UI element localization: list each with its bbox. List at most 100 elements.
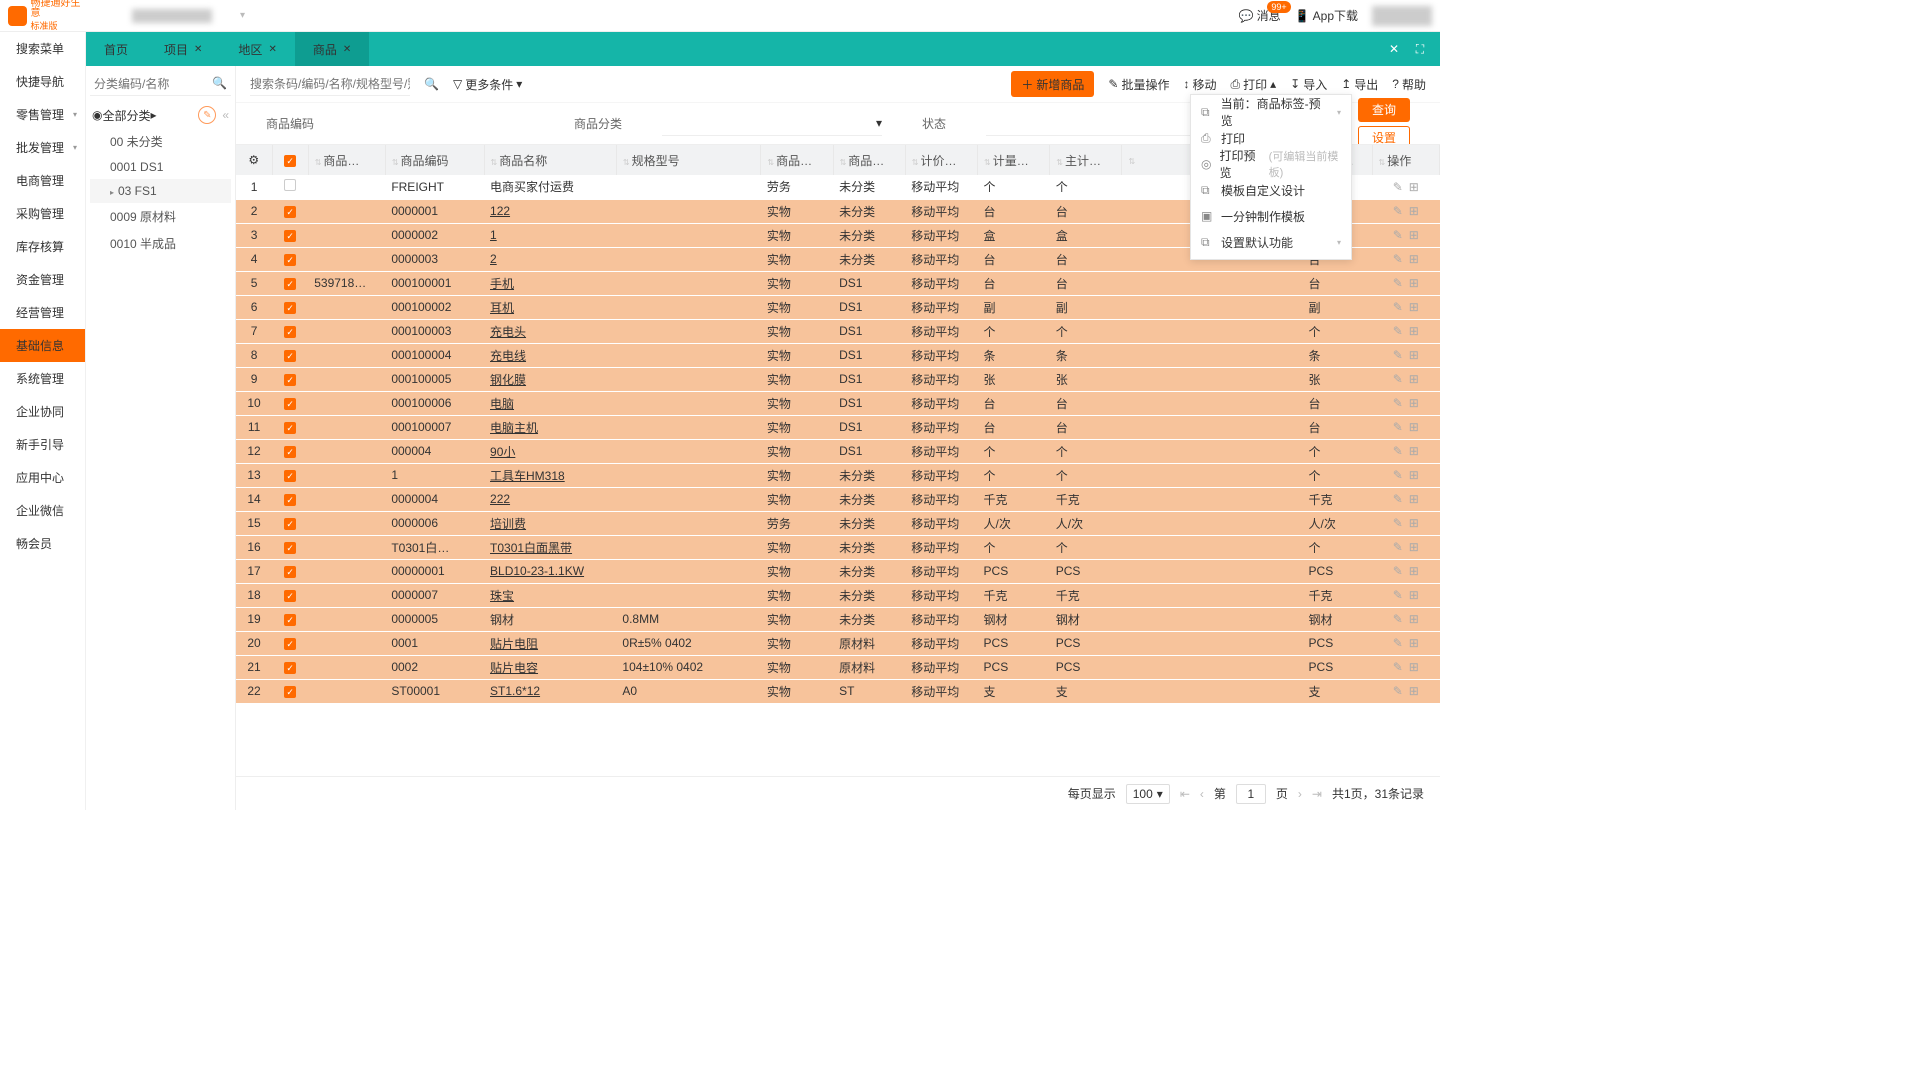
last-page-button[interactable]: ⇥ — [1312, 787, 1322, 801]
row-checkbox[interactable]: ✓ — [284, 470, 296, 482]
product-name-link[interactable]: 贴片电容 — [490, 661, 538, 675]
category-item[interactable]: ▸03 FS1 — [90, 179, 231, 203]
edit-icon[interactable]: ✎ — [1393, 540, 1403, 554]
sidebar-item[interactable]: 经营管理 — [0, 296, 85, 329]
more-icon[interactable]: ⊞ — [1409, 612, 1419, 626]
tab[interactable]: 地区✕ — [220, 32, 294, 66]
product-name-link[interactable]: 充电线 — [490, 349, 526, 363]
messages-button[interactable]: 💬 消息 99+ — [1239, 7, 1281, 24]
edit-icon[interactable]: ✎ — [1393, 612, 1403, 626]
row-checkbox[interactable]: ✓ — [284, 446, 296, 458]
sidebar-item[interactable]: 基础信息 — [0, 329, 85, 362]
category-item[interactable]: 0009 原材料 — [90, 203, 231, 230]
sidebar-item[interactable]: 搜索菜单 — [0, 32, 85, 65]
row-checkbox[interactable]: ✓ — [284, 326, 296, 338]
edit-icon[interactable]: ✎ — [1393, 588, 1403, 602]
product-name-link[interactable]: 工具车HM318 — [490, 469, 565, 483]
edit-icon[interactable]: ✎ — [1393, 252, 1403, 266]
column-header[interactable]: ✓ — [272, 145, 308, 175]
column-header[interactable]: ⇅操作 — [1372, 145, 1440, 175]
edit-icon[interactable]: ✎ — [1393, 660, 1403, 674]
row-checkbox[interactable]: ✓ — [284, 302, 296, 314]
help-button[interactable]: ?帮助 — [1392, 76, 1426, 93]
edit-icon[interactable]: ✎ — [1393, 420, 1403, 434]
more-icon[interactable]: ⊞ — [1409, 252, 1419, 266]
dropdown-item[interactable]: ⧉当前：商品标签-预览▾ — [1191, 99, 1351, 125]
product-name-link[interactable]: 1 — [490, 228, 497, 242]
product-search-input[interactable] — [250, 72, 410, 96]
search-icon[interactable]: 🔍 — [212, 76, 227, 90]
row-checkbox[interactable]: ✓ — [284, 518, 296, 530]
product-name-link[interactable]: 122 — [490, 204, 510, 218]
table-row[interactable]: 14✓0000004222实物未分类移动平均千克千克千克✎⊞ — [236, 487, 1440, 511]
table-row[interactable]: 13✓1工具车HM318实物未分类移动平均个个个✎⊞ — [236, 463, 1440, 487]
product-name-link[interactable]: 222 — [490, 492, 510, 506]
edit-icon[interactable]: ✎ — [1393, 300, 1403, 314]
more-icon[interactable]: ⊞ — [1409, 204, 1419, 218]
edit-icon[interactable]: ✎ — [1393, 396, 1403, 410]
row-checkbox[interactable]: ✓ — [284, 542, 296, 554]
dropdown-item[interactable]: ⧉设置默认功能▾ — [1191, 229, 1351, 255]
tab[interactable]: 商品✕ — [295, 32, 369, 66]
product-name-link[interactable]: 培训费 — [490, 517, 526, 531]
more-icon[interactable]: ⊞ — [1409, 372, 1419, 386]
product-name-link[interactable]: ST1.6*12 — [490, 684, 540, 698]
row-checkbox[interactable]: ✓ — [284, 686, 296, 698]
column-header[interactable]: ⇅商品编码 — [385, 145, 484, 175]
product-name-link[interactable]: 钢化膜 — [490, 373, 526, 387]
more-icon[interactable]: ⊞ — [1409, 588, 1419, 602]
column-header[interactable]: ⚙ — [236, 145, 272, 175]
more-icon[interactable]: ⊞ — [1409, 492, 1419, 506]
batch-ops-button[interactable]: ✎批量操作 — [1108, 76, 1169, 93]
edit-icon[interactable]: ✎ — [1393, 228, 1403, 242]
sidebar-item[interactable]: 电商管理 — [0, 164, 85, 197]
column-header[interactable]: ⇅商品… — [761, 145, 833, 175]
print-button[interactable]: ⎙打印▴ — [1230, 76, 1276, 93]
edit-icon[interactable]: ✎ — [1393, 204, 1403, 218]
table-row[interactable]: 17✓00000001BLD10-23-1.1KW实物未分类移动平均PCSPCS… — [236, 559, 1440, 583]
table-row[interactable]: 21✓0002贴片电容104±10% 0402实物原材料移动平均PCSPCSPC… — [236, 655, 1440, 679]
more-icon[interactable]: ⊞ — [1409, 684, 1419, 698]
table-row[interactable]: 8✓000100004充电线实物DS1移动平均条条条✎⊞ — [236, 343, 1440, 367]
more-icon[interactable]: ⊞ — [1409, 564, 1419, 578]
product-name-link[interactable]: T0301白面黑带 — [490, 541, 572, 555]
search-icon[interactable]: 🔍 — [424, 77, 439, 91]
page-number-input[interactable] — [1236, 784, 1266, 804]
row-checkbox[interactable]: ✓ — [284, 638, 296, 650]
filter-status-select[interactable]: ▾ — [986, 112, 1206, 136]
more-icon[interactable]: ⊞ — [1409, 276, 1419, 290]
table-row[interactable]: 11✓000100007电脑主机实物DS1移动平均台台台✎⊞ — [236, 415, 1440, 439]
more-icon[interactable]: ⊞ — [1409, 636, 1419, 650]
row-checkbox[interactable]: ✓ — [284, 662, 296, 674]
category-edit-button[interactable]: ✎ — [198, 106, 216, 124]
more-icon[interactable]: ⊞ — [1409, 396, 1419, 410]
table-row[interactable]: 6✓000100002耳机实物DS1移动平均副副副✎⊞ — [236, 295, 1440, 319]
dropdown-item[interactable]: ⧉模板自定义设计 — [1191, 177, 1351, 203]
edit-icon[interactable]: ✎ — [1393, 684, 1403, 698]
more-filters-button[interactable]: ▽ 更多条件 ▾ — [453, 76, 522, 93]
add-product-button[interactable]: ＋ 新增商品 — [1011, 71, 1094, 97]
sidebar-item[interactable]: 应用中心 — [0, 461, 85, 494]
category-item[interactable]: 0001 DS1 — [90, 155, 231, 179]
query-button[interactable]: 查询 — [1358, 98, 1410, 122]
column-header[interactable]: ⇅主计… — [1050, 145, 1122, 175]
more-icon[interactable]: ⊞ — [1409, 516, 1419, 530]
row-checkbox[interactable]: ✓ — [284, 590, 296, 602]
edit-icon[interactable]: ✎ — [1393, 636, 1403, 650]
tab-expand-button[interactable]: ⛶ — [1410, 39, 1430, 59]
sidebar-item[interactable]: 企业协同 — [0, 395, 85, 428]
app-download-button[interactable]: 📱 App下载 — [1295, 7, 1358, 24]
import-button[interactable]: ↧导入 — [1290, 76, 1327, 93]
product-name-link[interactable]: 2 — [490, 252, 497, 266]
page-size-select[interactable]: 100▾ — [1126, 784, 1170, 804]
edit-icon[interactable]: ✎ — [1393, 348, 1403, 362]
more-icon[interactable]: ⊞ — [1409, 228, 1419, 242]
category-item[interactable]: 00 未分类 — [90, 128, 231, 155]
more-icon[interactable]: ⊞ — [1409, 444, 1419, 458]
prev-page-button[interactable]: ‹ — [1200, 787, 1204, 801]
row-checkbox[interactable]: ✓ — [284, 278, 296, 290]
row-checkbox[interactable]: ✓ — [284, 254, 296, 266]
row-checkbox[interactable]: ✓ — [284, 422, 296, 434]
column-header[interactable]: ⇅商品名称 — [484, 145, 616, 175]
tab[interactable]: 首页 — [86, 32, 146, 66]
